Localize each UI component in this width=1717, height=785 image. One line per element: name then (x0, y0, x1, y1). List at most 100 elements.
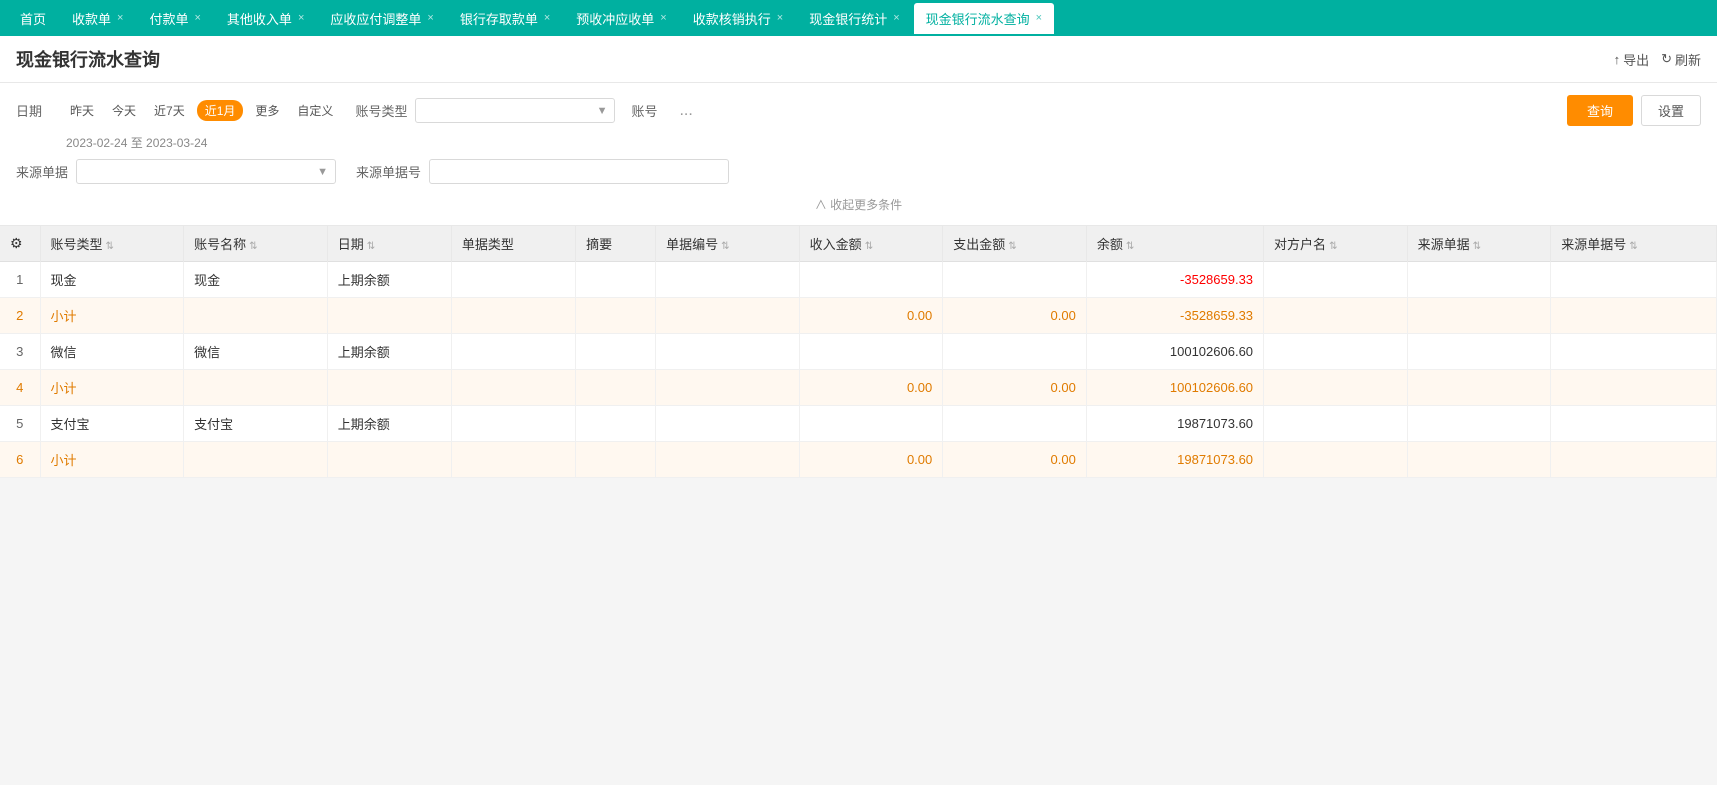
table-row: 4 小计 0.00 0.00 100102606.60 (0, 370, 1717, 406)
date-today[interactable]: 今天 (106, 100, 142, 121)
account-label: 账号 (631, 101, 671, 120)
source-doc-label: 来源单据 (16, 162, 68, 181)
source-doc-group: 来源单据 ▼ (16, 159, 336, 184)
settings-button[interactable]: 设置 (1641, 95, 1701, 126)
row-doc-no-6 (656, 442, 800, 478)
nav-prepay-close[interactable]: × (660, 12, 666, 24)
date-label: 日期 (16, 101, 56, 120)
date-range-display: 2023-02-24 至 2023-03-24 (66, 136, 207, 150)
table-row: 6 小计 0.00 0.00 19871073.60 (0, 442, 1717, 478)
row-num-5: 5 (0, 406, 40, 442)
nav-receipt[interactable]: 收款单 × (60, 3, 135, 34)
sort-balance-icon: ⇅ (1126, 241, 1134, 252)
export-button[interactable]: ↑ 导出 (1614, 50, 1650, 69)
col-balance[interactable]: 余额⇅ (1086, 226, 1263, 262)
nav-prepay[interactable]: 预收冲应收单 × (564, 3, 678, 34)
nav-verify[interactable]: 收款核销执行 × (681, 3, 795, 34)
page-header: 现金银行流水查询 ↑ 导出 ↻ 刷新 (0, 36, 1717, 83)
row-summary-5 (576, 406, 656, 442)
row-summary-4 (576, 370, 656, 406)
col-expense[interactable]: 支出金额⇅ (943, 226, 1087, 262)
date-filter-group: 日期 昨天 今天 近7天 近1月 更多 自定义 (16, 100, 339, 121)
export-label: 导出 (1623, 50, 1649, 69)
nav-receipt-close[interactable]: × (117, 12, 123, 24)
account-type-group: 账号类型 ▼ (355, 98, 615, 123)
nav-bank-deposit[interactable]: 银行存取款单 × (448, 3, 562, 34)
source-doc-no-input[interactable] (429, 159, 729, 184)
nav-other-income-label: 其他收入单 (227, 9, 292, 28)
nav-adjustment-close[interactable]: × (427, 12, 433, 24)
source-doc-select[interactable] (76, 159, 336, 184)
col-source-doc[interactable]: 来源单据⇅ (1407, 226, 1551, 262)
sort-doc-no-icon: ⇅ (721, 241, 729, 252)
nav-bank-deposit-label: 银行存取款单 (460, 9, 538, 28)
account-dots[interactable]: ... (679, 102, 692, 120)
row-account-type-2: 小计 (40, 298, 184, 334)
row-account-type-4: 小计 (40, 370, 184, 406)
account-type-select[interactable] (415, 98, 615, 123)
row-source-doc-no-5 (1551, 406, 1717, 442)
nav-payment-close[interactable]: × (194, 12, 200, 24)
nav-bank-deposit-close[interactable]: × (544, 12, 550, 24)
sort-account-name-icon: ⇅ (249, 241, 257, 252)
nav-cashflow[interactable]: 现金银行流水查询 × (914, 3, 1054, 34)
col-income[interactable]: 收入金额⇅ (799, 226, 943, 262)
row-source-doc-3 (1407, 334, 1551, 370)
row-doc-no-3 (656, 334, 800, 370)
row-date-1: 上期余额 (327, 262, 451, 298)
row-income-4: 0.00 (799, 370, 943, 406)
nav-home[interactable]: 首页 (8, 3, 58, 34)
col-account-type[interactable]: 账号类型⇅ (40, 226, 184, 262)
row-income-1 (799, 262, 943, 298)
date-1month[interactable]: 近1月 (197, 100, 244, 121)
row-account-name-3: 微信 (184, 334, 328, 370)
col-doc-no[interactable]: 单据编号⇅ (656, 226, 800, 262)
nav-other-income[interactable]: 其他收入单 × (215, 3, 316, 34)
col-source-doc-no[interactable]: 来源单据号⇅ (1551, 226, 1717, 262)
account-type-select-wrapper: ▼ (415, 98, 615, 123)
row-source-doc-no-2 (1551, 298, 1717, 334)
table-row: 2 小计 0.00 0.00 -3528659.33 (0, 298, 1717, 334)
nav-cashflow-label: 现金银行流水查询 (926, 9, 1030, 28)
filter-area: 日期 昨天 今天 近7天 近1月 更多 自定义 账号类型 ▼ 账号 ... (0, 83, 1717, 226)
sort-date-icon: ⇅ (367, 241, 375, 252)
export-icon: ↑ (1614, 52, 1621, 67)
row-num-4: 4 (0, 370, 40, 406)
sort-source-doc-no-icon: ⇅ (1629, 241, 1637, 252)
nav-stats-label: 现金银行统计 (809, 9, 887, 28)
nav-stats[interactable]: 现金银行统计 × (797, 3, 911, 34)
col-account-name[interactable]: 账号名称⇅ (184, 226, 328, 262)
nav-payment[interactable]: 付款单 × (137, 3, 212, 34)
row-num-6: 6 (0, 442, 40, 478)
col-settings[interactable]: ⚙ (0, 226, 40, 262)
row-source-doc-no-3 (1551, 334, 1717, 370)
nav-adjustment[interactable]: 应收应付调整单 × (318, 3, 445, 34)
row-doc-type-4 (451, 370, 575, 406)
query-button[interactable]: 查询 (1567, 95, 1633, 126)
nav-verify-close[interactable]: × (777, 12, 783, 24)
date-yesterday[interactable]: 昨天 (64, 100, 100, 121)
date-more[interactable]: 更多 (249, 100, 285, 121)
row-source-doc-no-6 (1551, 442, 1717, 478)
row-counterpart-5 (1264, 406, 1408, 442)
row-source-doc-2 (1407, 298, 1551, 334)
row-balance-5: 19871073.60 (1086, 406, 1263, 442)
row-summary-1 (576, 262, 656, 298)
nav-other-income-close[interactable]: × (298, 12, 304, 24)
col-counterpart[interactable]: 对方户名⇅ (1264, 226, 1408, 262)
refresh-button[interactable]: ↻ 刷新 (1661, 50, 1701, 69)
row-expense-1 (943, 262, 1087, 298)
nav-stats-close[interactable]: × (893, 12, 899, 24)
row-account-name-5: 支付宝 (184, 406, 328, 442)
table-row: 1 现金 现金 上期余额 -3528659.33 (0, 262, 1717, 298)
col-date[interactable]: 日期⇅ (327, 226, 451, 262)
row-doc-type-6 (451, 442, 575, 478)
row-expense-2: 0.00 (943, 298, 1087, 334)
nav-receipt-label: 收款单 (72, 9, 111, 28)
header-actions: ↑ 导出 ↻ 刷新 (1614, 50, 1701, 69)
collapse-bar[interactable]: ∧ 收起更多条件 (16, 192, 1701, 217)
row-counterpart-2 (1264, 298, 1408, 334)
nav-cashflow-close[interactable]: × (1036, 12, 1042, 24)
date-custom[interactable]: 自定义 (291, 100, 339, 121)
date-7days[interactable]: 近7天 (148, 100, 191, 121)
